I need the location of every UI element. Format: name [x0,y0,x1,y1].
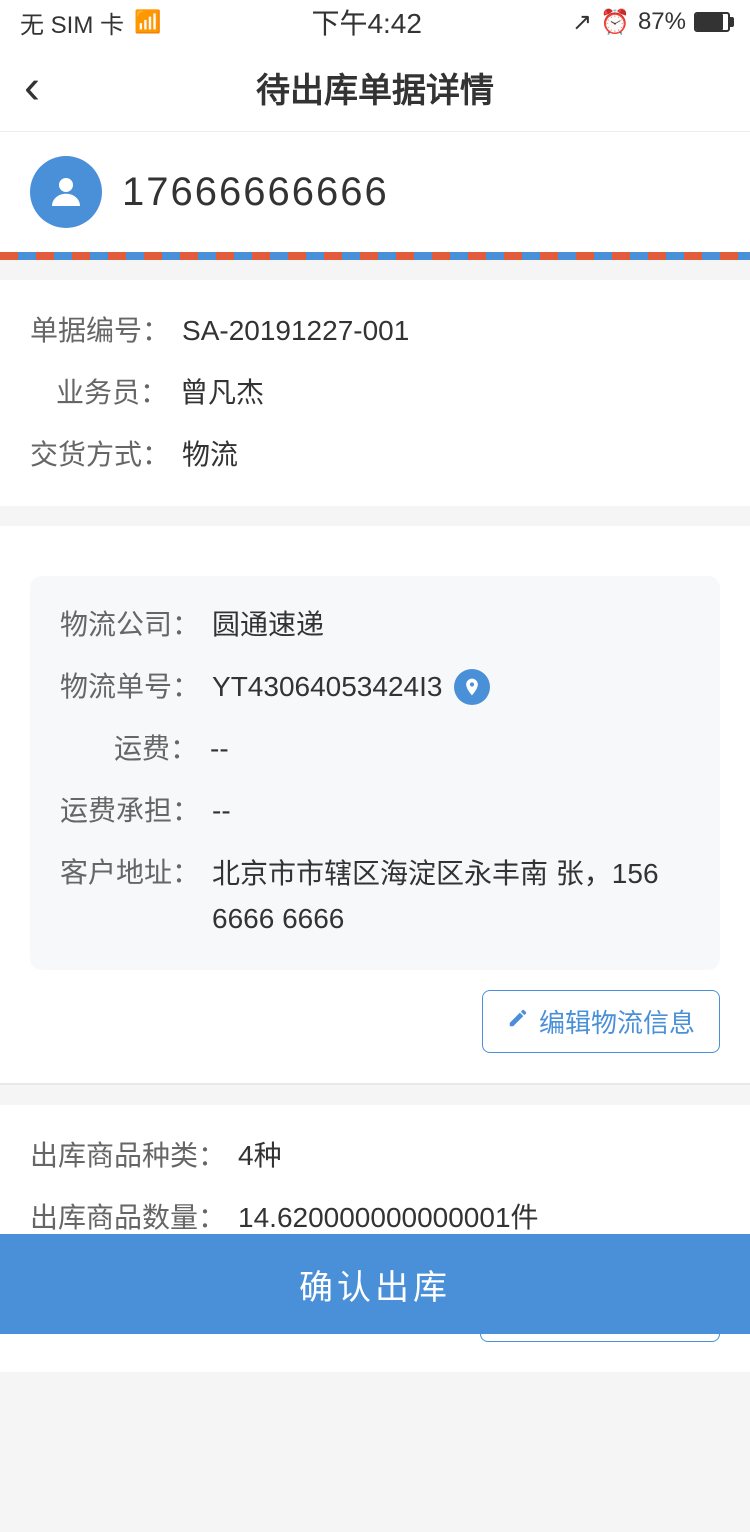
back-button[interactable]: ‹ [24,60,40,115]
delivery-row: 交货方式： 物流 [30,434,720,476]
logistics-card: 物流公司： 圆通速递 物流单号： YT43064053424I3 运费： -- … [30,576,720,970]
section-divider [0,1083,750,1085]
goods-type-row: 出库商品种类： 4种 [30,1135,720,1177]
order-no-value: SA-20191227-001 [182,310,720,352]
freight-bear-value: -- [212,790,690,832]
customer-section: 17666666666 [0,132,750,260]
order-no-row: 单据编号： SA-20191227-001 [30,310,720,352]
address-value: 北京市市辖区海淀区永丰南 张，156 6666 6666 [212,852,690,942]
time-label: 下午4:42 [311,2,422,42]
page-title: 待出库单据详情 [256,63,494,112]
goods-type-label: 出库商品种类： [30,1135,238,1177]
address-label: 客户地址： [60,852,212,894]
salesman-label: 业务员： [30,372,180,414]
customer-header: 17666666666 [0,132,750,252]
goods-quantity-label: 出库商品数量： [30,1197,238,1239]
location-icon: ↗ [572,8,592,37]
battery-label: 87% [638,8,686,36]
goods-quantity-value: 14.620000000000001件 [238,1197,720,1239]
edit-area: 编辑物流信息 [30,970,720,1053]
status-right: ↗ ⏰ 87% [572,8,730,37]
goods-quantity-row: 出库商品数量： 14.620000000000001件 [30,1197,720,1239]
delivery-value: 物流 [182,434,720,476]
nav-bar: ‹ 待出库单据详情 [0,44,750,132]
tracking-value: YT43064053424I3 [212,666,690,708]
freight-value: -- [210,728,690,770]
tracking-label: 物流单号： [60,666,212,708]
bottom-spacer [0,1372,750,1532]
freight-bear-label: 运费承担： [60,790,212,832]
company-value: 圆通速递 [212,604,690,646]
freight-bear-row: 运费承担： -- [60,790,690,832]
alarm-icon: ⏰ [600,8,630,37]
edit-logistics-label: 编辑物流信息 [539,1003,695,1040]
order-no-label: 单据编号： [30,310,182,352]
edit-logistics-button[interactable]: 编辑物流信息 [482,990,720,1053]
customer-phone: 17666666666 [122,170,389,215]
battery-icon [694,12,730,32]
edit-icon [507,1007,529,1036]
address-row: 客户地址： 北京市市辖区海淀区永丰南 张，156 6666 6666 [60,852,690,942]
avatar [30,156,102,228]
map-location-icon[interactable] [454,669,490,705]
status-bar: 无 SIM 卡 📶 下午4:42 ↗ ⏰ 87% [0,0,750,44]
company-label: 物流公司： [60,604,212,646]
basic-info-section: 单据编号： SA-20191227-001 业务员： 曾凡杰 交货方式： 物流 [0,280,750,506]
carrier-label: 无 SIM 卡 [20,5,124,40]
decorative-border [0,252,750,260]
company-row: 物流公司： 圆通速递 [60,604,690,646]
status-left: 无 SIM 卡 📶 [20,5,161,40]
freight-label: 运费： [60,728,210,770]
bottom-area: 确认出库 [0,1234,750,1334]
freight-row: 运费： -- [60,728,690,770]
tracking-row: 物流单号： YT43064053424I3 [60,666,690,708]
salesman-row: 业务员： 曾凡杰 [30,372,720,414]
wifi-icon: 📶 [134,9,161,35]
delivery-label: 交货方式： [30,434,182,476]
logistics-section: 物流公司： 圆通速递 物流单号： YT43064053424I3 运费： -- … [0,526,750,1083]
goods-type-value: 4种 [238,1135,720,1177]
confirm-outbound-button[interactable]: 确认出库 [0,1234,750,1334]
salesman-value: 曾凡杰 [180,372,720,414]
